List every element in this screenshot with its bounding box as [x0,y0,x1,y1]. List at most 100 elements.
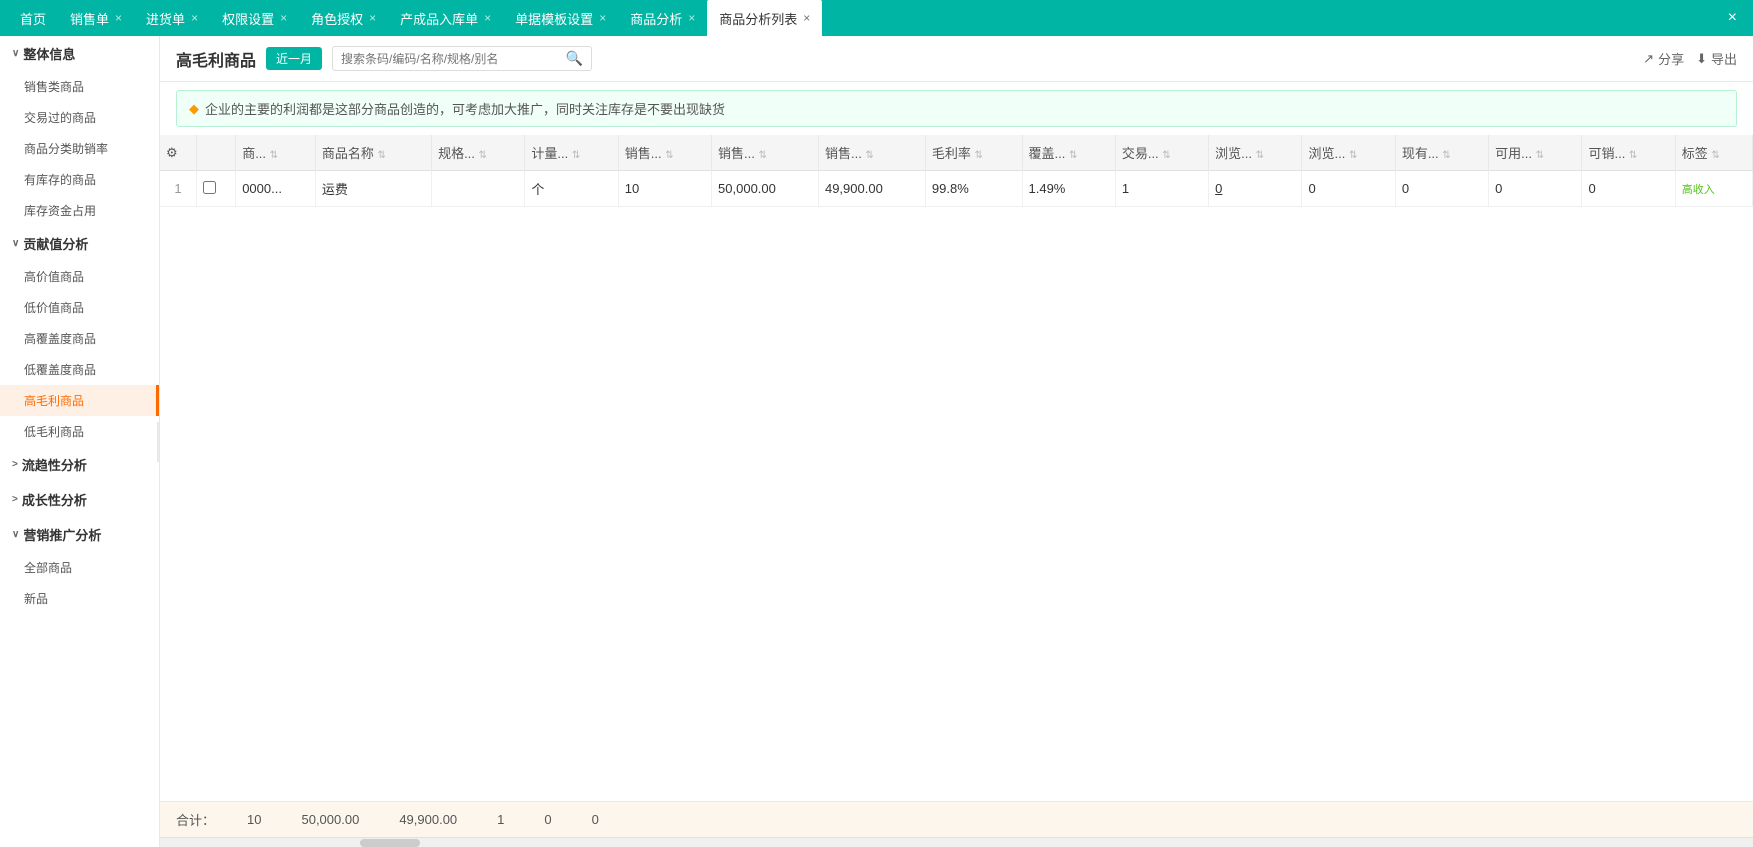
col-header-coverage[interactable]: 覆盖... ⇅ [1022,135,1115,171]
nav-close-权限设置[interactable]: × [280,11,287,25]
export-button[interactable]: ⬇ 导出 [1696,49,1737,68]
cell-unit: 个 [525,171,618,207]
cell-saleStock: 0 [1582,171,1675,207]
sidebar-item-高价值商品[interactable]: 高价值商品 [0,261,159,292]
cell-transCount: 1 [1115,171,1208,207]
sidebar-item-交易过的商品[interactable]: 交易过的商品 [0,102,159,133]
col-header-name[interactable]: 商品名称 ⇅ [315,135,431,171]
scrollbar-thumb[interactable] [360,839,420,847]
sidebar-item-新品[interactable]: 新品 [0,583,159,614]
sidebar-item-销售类商品[interactable]: 销售类商品 [0,71,159,102]
cell-code: 0000... [236,171,316,207]
footer-sales-cost: 49,900.00 [399,812,457,827]
sidebar-group-整体信息[interactable]: ∨整体信息 [0,36,159,71]
nav-item-角色授权[interactable]: 角色授权× [299,0,388,36]
col-header-salesQty[interactable]: 销售... ⇅ [618,135,711,171]
sort-icon: ⇅ [1711,150,1719,161]
nav-item-进货单[interactable]: 进货单× [134,0,210,36]
search-box: 🔍 [332,46,592,71]
search-input[interactable] [341,52,566,66]
nav-item-单据模板设置[interactable]: 单据模板设置× [503,0,618,36]
sidebar-group-成长性分析[interactable]: >成长性分析 [0,482,159,517]
col-header-currentStock[interactable]: 现有... ⇅ [1395,135,1488,171]
nav-item-首页[interactable]: 首页 [8,0,58,36]
group-arrow-icon: > [12,459,18,470]
cell-currentStock: 0 [1395,171,1488,207]
col-header-salesAmt[interactable]: 销售... ⇅ [712,135,819,171]
col-header-views2[interactable]: 浏览... ⇅ [1302,135,1395,171]
sidebar-item-低毛利商品[interactable]: 低毛利商品 [0,416,159,447]
nav-close-进货单[interactable]: × [191,11,198,25]
col-header-grossMargin[interactable]: 毛利率 ⇅ [925,135,1022,171]
nav-close-商品分析列表[interactable]: × [803,11,810,25]
cell-spec [432,171,525,207]
cell-num: 1 [160,171,196,207]
sidebar-group-贡献值分析[interactable]: ∨贡献值分析 [0,226,159,261]
sidebar-item-高覆盖度商品[interactable]: 高覆盖度商品 [0,323,159,354]
close-window-button[interactable]: × [1720,9,1745,27]
sidebar: « ∨整体信息销售类商品交易过的商品商品分类助销率有库存的商品库存资金占用∨贡献… [0,36,160,847]
sidebar-collapse-button[interactable]: « [157,422,160,462]
nav-close-产成品入库单[interactable]: × [484,11,491,25]
col-header-views1[interactable]: 浏览... ⇅ [1209,135,1302,171]
cell-grossMargin: 99.8% [925,171,1022,207]
col-header-availStock[interactable]: 可用... ⇅ [1489,135,1582,171]
sort-icon: ⇅ [665,150,673,161]
top-navigation: 首页销售单×进货单×权限设置×角色授权×产成品入库单×单据模板设置×商品分析×商… [0,0,1753,36]
group-label: 流趋性分析 [22,455,87,474]
sidebar-item-库存资金占用[interactable]: 库存资金占用 [0,195,159,226]
col-header-saleStock[interactable]: 可销... ⇅ [1582,135,1675,171]
table-header: ⚙商... ⇅商品名称 ⇅规格... ⇅计量... ⇅销售... ⇅销售... … [160,135,1753,171]
nav-close-角色授权[interactable]: × [369,11,376,25]
header-actions: ↗ 分享 ⬇ 导出 [1643,49,1737,68]
sidebar-item-高毛利商品[interactable]: 高毛利商品 [0,385,159,416]
sidebar-item-低价值商品[interactable]: 低价值商品 [0,292,159,323]
col-header-salesCost[interactable]: 销售... ⇅ [818,135,925,171]
col-header-tag[interactable]: 标签 ⇅ [1675,135,1752,171]
table-row: 10000...运费个1050,000.0049,900.0099.8%1.49… [160,171,1753,207]
sidebar-group-营销推广分析[interactable]: ∨ 营销推广分析 [0,517,159,552]
nav-close-销售单[interactable]: × [115,11,122,25]
col-header-transCount[interactable]: 交易... ⇅ [1115,135,1208,171]
views1-link[interactable]: 0 [1215,181,1222,196]
sidebar-group-流趋性分析[interactable]: > 流趋性分析 [0,447,159,482]
sidebar-item-商品分类助销率[interactable]: 商品分类助销率 [0,133,159,164]
sort-icon: ⇅ [270,150,278,161]
sidebar-item-低覆盖度商品[interactable]: 低覆盖度商品 [0,354,159,385]
nav-item-产成品入库单[interactable]: 产成品入库单× [388,0,503,36]
nav-item-销售单[interactable]: 销售单× [58,0,134,36]
footer-label: 合计： [176,810,215,829]
table-footer: 合计： 10 50,000.00 49,900.00 1 0 0 [160,801,1753,837]
date-filter-button[interactable]: 近一月 [266,47,322,70]
sort-icon: ⇅ [1069,150,1077,161]
table-container[interactable]: ⚙商... ⇅商品名称 ⇅规格... ⇅计量... ⇅销售... ⇅销售... … [160,135,1753,801]
sort-icon: ⇅ [1256,150,1264,161]
col-header-code[interactable]: 商... ⇅ [236,135,316,171]
nav-close-单据模板设置[interactable]: × [599,11,606,25]
nav-close-商品分析[interactable]: × [688,11,695,25]
sort-icon: ⇅ [1442,150,1450,161]
page-title: 高毛利商品 [176,47,256,71]
cell-views1[interactable]: 0 [1209,171,1302,207]
nav-item-商品分析[interactable]: 商品分析× [618,0,707,36]
footer-avail-stock: 0 [592,812,599,827]
group-label: 营销推广分析 [23,525,101,544]
col-header-settings[interactable]: ⚙ [160,135,196,171]
cell-availStock: 0 [1489,171,1582,207]
share-button[interactable]: ↗ 分享 [1643,49,1684,68]
row-checkbox[interactable] [203,181,216,194]
col-header-checkbox[interactable] [196,135,235,171]
nav-item-商品分析列表[interactable]: 商品分析列表× [707,0,822,36]
footer-trans-count: 1 [497,812,504,827]
group-arrow-icon: ∨ [12,529,19,540]
col-header-unit[interactable]: 计量... ⇅ [525,135,618,171]
share-icon: ↗ [1643,51,1654,67]
sidebar-item-有库存的商品[interactable]: 有库存的商品 [0,164,159,195]
nav-item-权限设置[interactable]: 权限设置× [210,0,299,36]
cell-salesAmt: 50,000.00 [712,171,819,207]
footer-current-stock: 0 [544,812,551,827]
sidebar-item-全部商品[interactable]: 全部商品 [0,552,159,583]
col-header-spec[interactable]: 规格... ⇅ [432,135,525,171]
horizontal-scrollbar[interactable] [160,837,1753,847]
footer-sales-amt: 50,000.00 [301,812,359,827]
